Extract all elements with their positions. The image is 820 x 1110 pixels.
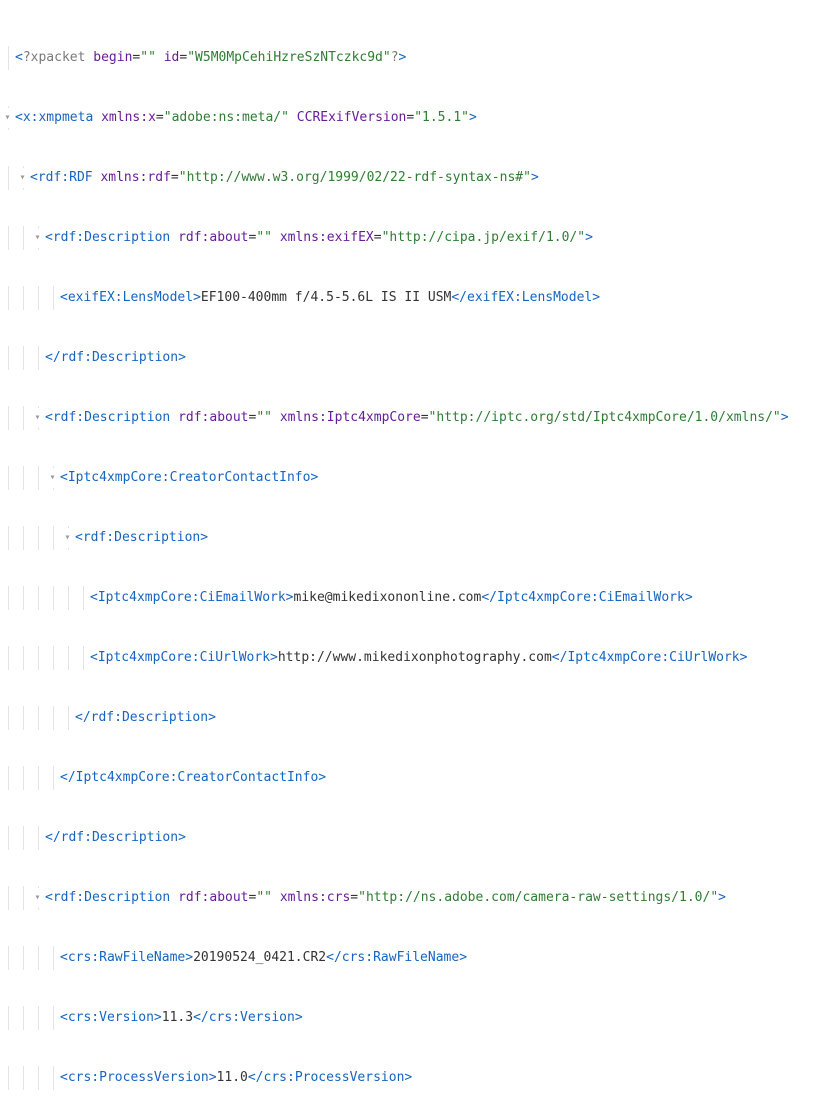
- ccr-attr: CCRExifVersion: [297, 110, 407, 125]
- code-line: <crs:Version>11.3</crs:Version>: [0, 1008, 820, 1028]
- code-line: <crs:RawFileName>20190524_0421.CR2</crs:…: [0, 948, 820, 968]
- ci-email-work: mike@mikedixononline.com: [294, 590, 482, 605]
- xml-source-view: <?xpacket begin="" id="W5M0MpCehiHzreSzN…: [0, 0, 820, 1110]
- crs-processversion: 11.0: [217, 1070, 248, 1085]
- code-line: </rdf:Description>: [0, 708, 820, 728]
- xpacket-id: W5M0MpCehiHzreSzNTczkc9d: [195, 50, 383, 65]
- lens-model: EF100-400mm f/4.5-5.6L IS II USM: [201, 290, 451, 305]
- code-line: </rdf:Description>: [0, 828, 820, 848]
- code-line: <crs:ProcessVersion>11.0</crs:ProcessVer…: [0, 1068, 820, 1088]
- xmlns-x: adobe:ns:meta/: [172, 110, 282, 125]
- code-line: </Iptc4xmpCore:CreatorContactInfo>: [0, 768, 820, 788]
- xmlns-rdf: http://www.w3.org/1999/02/22-rdf-syntax-…: [187, 170, 524, 185]
- xmlns-crs: http://ns.adobe.com/camera-raw-settings/…: [366, 890, 710, 905]
- crs-version: 11.3: [162, 1010, 193, 1025]
- code-line: <rdf:Description>: [0, 528, 820, 548]
- code-line: </rdf:Description>: [0, 348, 820, 368]
- crs-rawfilename: 20190524_0421.CR2: [193, 950, 326, 965]
- code-line: <?xpacket begin="" id="W5M0MpCehiHzreSzN…: [0, 48, 820, 68]
- ccr-val: 1.5.1: [422, 110, 461, 125]
- code-line: <exifEX:LensModel>EF100-400mm f/4.5-5.6L…: [0, 288, 820, 308]
- ci-url-work: http://www.mikedixonphotography.com: [278, 650, 552, 665]
- code-line: <Iptc4xmpCore:CiEmailWork>mike@mikedixon…: [0, 588, 820, 608]
- code-line: <Iptc4xmpCore:CreatorContactInfo>: [0, 468, 820, 488]
- code-line: <Iptc4xmpCore:CiUrlWork>http://www.miked…: [0, 648, 820, 668]
- code-line: <x:xmpmeta xmlns:x="adobe:ns:meta/" CCRE…: [0, 108, 820, 128]
- xmlns-iptc: http://iptc.org/std/Iptc4xmpCore/1.0/xml…: [436, 410, 773, 425]
- code-line: <rdf:RDF xmlns:rdf="http://www.w3.org/19…: [0, 168, 820, 188]
- code-line: <rdf:Description rdf:about="" xmlns:exif…: [0, 228, 820, 248]
- code-line: <rdf:Description rdf:about="" xmlns:crs=…: [0, 888, 820, 908]
- xmlns-exifex: http://cipa.jp/exif/1.0/: [389, 230, 577, 245]
- code-line: <rdf:Description rdf:about="" xmlns:Iptc…: [0, 408, 820, 428]
